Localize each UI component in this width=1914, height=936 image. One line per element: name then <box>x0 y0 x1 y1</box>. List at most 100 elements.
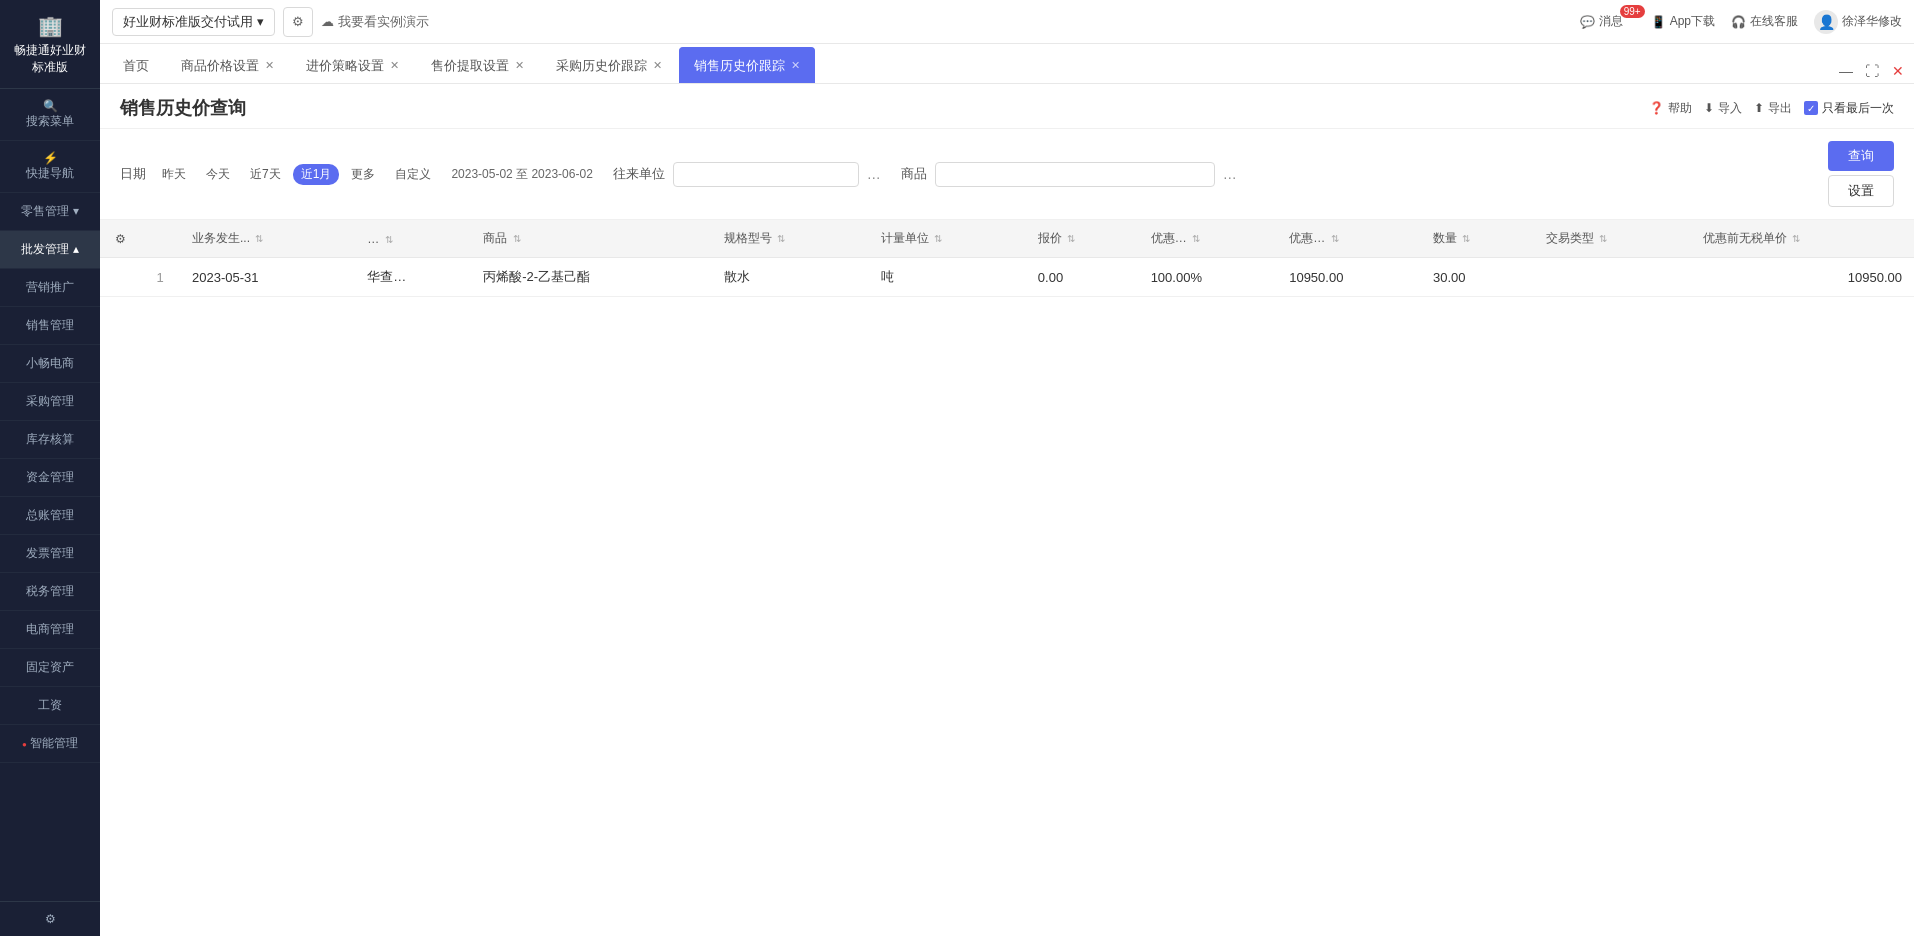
main-content: 好业财标准版交付试用 ▾ ⚙ ☁ 我要看实例演示 💬 消息 99+ 📱 App下… <box>100 0 1914 936</box>
online-service-label: 在线客服 <box>1750 13 1798 30</box>
online-service-button[interactable]: 🎧 在线客服 <box>1731 13 1798 30</box>
date-opt-more[interactable]: 更多 <box>343 164 383 185</box>
sidebar-item-ledger[interactable]: 总账管理 <box>0 497 100 535</box>
product-filter: 商品 … <box>901 162 1237 187</box>
product-ellipsis[interactable]: … <box>1223 166 1237 182</box>
cell-extra: 华查… <box>355 258 471 297</box>
app-download-button[interactable]: 📱 App下载 <box>1651 13 1715 30</box>
only-last-checkbox[interactable]: ✓ 只看最后一次 <box>1804 100 1894 117</box>
cell-num: 1 <box>140 258 180 297</box>
col-header-extra[interactable]: … ⇅ <box>355 220 471 258</box>
query-button[interactable]: 查询 <box>1828 141 1894 171</box>
date-opt-custom[interactable]: 自定义 <box>387 164 439 185</box>
window-minimize-button[interactable]: — <box>1834 59 1858 83</box>
sidebar-item-ecommerce-small[interactable]: 小畅电商 <box>0 345 100 383</box>
tab-price-extract[interactable]: 售价提取设置 ✕ <box>416 47 539 83</box>
tab-purchase-history[interactable]: 采购历史价跟踪 ✕ <box>541 47 677 83</box>
sidebar-item-tax[interactable]: 税务管理 <box>0 573 100 611</box>
quick-nav-icon: ⚡ <box>43 151 58 165</box>
tab-product-price[interactable]: 商品价格设置 ✕ <box>166 47 289 83</box>
help-button[interactable]: ❓ 帮助 <box>1649 100 1692 117</box>
sidebar-footer-settings[interactable]: ⚙ <box>0 901 100 936</box>
table-row[interactable]: 1 2023-05-31 华查… 丙烯酸-2-乙基己酯 散水 吨 0.00 10… <box>100 258 1914 297</box>
sidebar-item-invoice[interactable]: 发票管理 <box>0 535 100 573</box>
product-input[interactable] <box>935 162 1215 187</box>
sidebar-item-sales[interactable]: 销售管理 <box>0 307 100 345</box>
export-button[interactable]: ⬆ 导出 <box>1754 100 1792 117</box>
date-opt-yesterday[interactable]: 昨天 <box>154 164 194 185</box>
cell-quantity: 30.00 <box>1421 258 1534 297</box>
source-unit-filter: 往来单位 … <box>613 162 881 187</box>
col-header-business-date[interactable]: 业务发生... ⇅ <box>180 220 355 258</box>
gear-icon: ⚙ <box>292 14 304 29</box>
mobile-icon: 📱 <box>1651 15 1666 29</box>
import-icon: ⬇ <box>1704 101 1714 115</box>
table-wrapper: ⚙ 业务发生... ⇅ … ⇅ 商品 ⇅ 规格型号 ⇅ 计量单位 ⇅ 报价 ⇅ … <box>100 220 1914 297</box>
col-header-spec[interactable]: 规格型号 ⇅ <box>712 220 869 258</box>
filter-settings-button[interactable]: 设置 <box>1828 175 1894 207</box>
app-logo: 🏢 畅捷通好业财 标准版 <box>0 0 100 89</box>
date-opt-1month[interactable]: 近1月 <box>293 164 340 185</box>
tab-purchase-strategy[interactable]: 进价策略设置 ✕ <box>291 47 414 83</box>
sidebar-item-ai[interactable]: ● 智能管理 <box>0 725 100 763</box>
col-header-discount2[interactable]: 优惠… ⇅ <box>1277 220 1421 258</box>
tab-home[interactable]: 首页 <box>108 47 164 83</box>
col-header-pretax-price[interactable]: 优惠前无税单价 ⇅ <box>1691 220 1914 258</box>
sidebar-item-quick-nav[interactable]: ⚡ 快捷导航 <box>0 141 100 193</box>
col-header-num <box>140 220 180 258</box>
cell-unit: 吨 <box>869 258 1026 297</box>
col-header-product[interactable]: 商品 ⇅ <box>471 220 712 258</box>
close-icon[interactable]: ✕ <box>265 59 274 72</box>
sidebar-item-purchase[interactable]: 采购管理 <box>0 383 100 421</box>
close-icon[interactable]: ✕ <box>653 59 662 72</box>
source-unit-ellipsis[interactable]: … <box>867 166 881 182</box>
sidebar-item-marketing[interactable]: 营销推广 <box>0 269 100 307</box>
demo-link[interactable]: ☁ 我要看实例演示 <box>321 13 429 31</box>
sidebar: 🏢 畅捷通好业财 标准版 🔍 搜索菜单 ⚡ 快捷导航 零售管理 ▾ 批发管理 ▴… <box>0 0 100 936</box>
page-header: 销售历史价查询 ❓ 帮助 ⬇ 导入 ⬆ 导出 ✓ 只看最后一次 <box>100 84 1914 129</box>
sidebar-item-search[interactable]: 🔍 搜索菜单 <box>0 89 100 141</box>
cell-transaction-type <box>1534 258 1691 297</box>
message-label: 消息 <box>1599 13 1623 30</box>
sidebar-item-wholesale[interactable]: 批发管理 ▴ <box>0 231 100 269</box>
sidebar-item-ecommerce[interactable]: 电商管理 <box>0 611 100 649</box>
col-header-unit[interactable]: 计量单位 ⇅ <box>869 220 1026 258</box>
demo-icon: ☁ <box>321 14 334 29</box>
source-unit-input[interactable] <box>673 162 859 187</box>
headset-icon: 🎧 <box>1731 15 1746 29</box>
col-header-quantity[interactable]: 数量 ⇅ <box>1421 220 1534 258</box>
close-icon[interactable]: ✕ <box>515 59 524 72</box>
chevron-down-icon: ▾ <box>257 14 264 29</box>
question-icon: ❓ <box>1649 101 1664 115</box>
col-header-settings[interactable]: ⚙ <box>100 220 140 258</box>
sidebar-item-finance[interactable]: 资金管理 <box>0 459 100 497</box>
cell-pretax-price: 10950.00 <box>1691 258 1914 297</box>
header-settings-button[interactable]: ⚙ <box>283 7 313 37</box>
message-button[interactable]: 💬 消息 99+ <box>1580 13 1635 30</box>
tab-price-extract-label: 售价提取设置 <box>431 57 509 75</box>
cell-business-date: 2023-05-31 <box>180 258 355 297</box>
sidebar-item-retail[interactable]: 零售管理 ▾ <box>0 193 100 231</box>
version-select[interactable]: 好业财标准版交付试用 ▾ <box>112 8 275 36</box>
col-header-transaction-type[interactable]: 交易类型 ⇅ <box>1534 220 1691 258</box>
date-filter-group: 日期 昨天 今天 近7天 近1月 更多 自定义 2023-05-02 至 202… <box>120 164 593 185</box>
date-opt-today[interactable]: 今天 <box>198 164 238 185</box>
window-maximize-button[interactable]: ⛶ <box>1860 59 1884 83</box>
window-close-button[interactable]: ✕ <box>1886 59 1910 83</box>
tab-sales-history[interactable]: 销售历史价跟踪 ✕ <box>679 47 815 83</box>
filter-area: 日期 昨天 今天 近7天 近1月 更多 自定义 2023-05-02 至 202… <box>100 129 1914 220</box>
import-button[interactable]: ⬇ 导入 <box>1704 100 1742 117</box>
date-opt-7days[interactable]: 近7天 <box>242 164 289 185</box>
filter-actions: 查询 设置 <box>1828 141 1894 207</box>
col-header-discount1[interactable]: 优惠… ⇅ <box>1139 220 1278 258</box>
col-header-price[interactable]: 报价 ⇅ <box>1026 220 1139 258</box>
sidebar-item-inventory[interactable]: 库存核算 <box>0 421 100 459</box>
close-icon[interactable]: ✕ <box>390 59 399 72</box>
app-edition: 标准版 <box>8 59 92 76</box>
user-info[interactable]: 👤 徐泽华修改 <box>1814 10 1902 34</box>
ai-dot: ● <box>22 740 27 749</box>
sidebar-item-payroll[interactable]: 工资 <box>0 687 100 725</box>
sidebar-item-fixed-assets[interactable]: 固定资产 <box>0 649 100 687</box>
close-icon[interactable]: ✕ <box>791 59 800 72</box>
table-header-row: ⚙ 业务发生... ⇅ … ⇅ 商品 ⇅ 规格型号 ⇅ 计量单位 ⇅ 报价 ⇅ … <box>100 220 1914 258</box>
